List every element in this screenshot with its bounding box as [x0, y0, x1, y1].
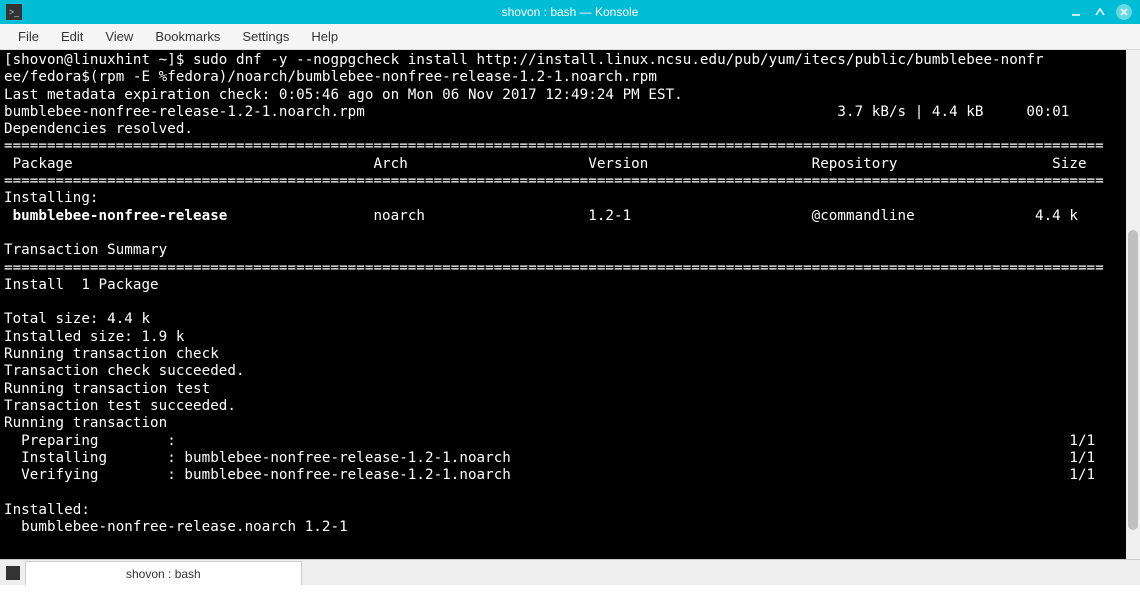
menu-edit[interactable]: Edit: [51, 26, 93, 47]
terminal-icon: [6, 566, 20, 580]
maximize-button[interactable]: [1092, 4, 1108, 20]
menubar: File Edit View Bookmarks Settings Help: [0, 24, 1140, 50]
menu-settings[interactable]: Settings: [232, 26, 299, 47]
total-size-line: Total size: 4.4 k: [4, 311, 150, 327]
menu-help[interactable]: Help: [301, 26, 348, 47]
installed-header: Installed:: [4, 502, 90, 518]
transaction-summary-header: Transaction Summary: [4, 242, 167, 258]
running-tx-check-line: Running transaction check: [4, 346, 219, 362]
table-header-row: Package Arch Version Repository Size: [4, 156, 1087, 172]
scrollbar[interactable]: [1126, 50, 1140, 559]
app-icon: >_: [6, 4, 22, 20]
verifying-line: Verifying : bumblebee-nonfree-release-1.…: [4, 467, 1104, 483]
menu-view[interactable]: View: [95, 26, 143, 47]
divider-line: ========================================…: [4, 173, 1104, 189]
tab-shovon-bash[interactable]: shovon : bash: [26, 561, 302, 585]
installing-header: Installing:: [4, 190, 99, 206]
prompt: [shovon@linuxhint ~]$: [4, 52, 193, 68]
menu-file[interactable]: File: [8, 26, 49, 47]
package-details: noarch 1.2-1 @commandline 4.4 k: [227, 208, 1078, 224]
deps-resolved-line: Dependencies resolved.: [4, 121, 193, 137]
install-count-line: Install 1 Package: [4, 277, 159, 293]
installing-line: Installing : bumblebee-nonfree-release-1…: [4, 450, 1104, 466]
scrollbar-thumb[interactable]: [1128, 230, 1138, 530]
tab-label: shovon : bash: [126, 567, 201, 581]
tabbar: shovon : bash: [0, 559, 1140, 585]
running-tx-line: Running transaction: [4, 415, 167, 431]
tx-check-ok-line: Transaction check succeeded.: [4, 363, 245, 379]
command-line-2: ee/fedora$(rpm -E %fedora)/noarch/bumble…: [4, 69, 657, 85]
new-tab-button[interactable]: [0, 561, 26, 585]
installed-package-line: bumblebee-nonfree-release.noarch 1.2-1: [4, 519, 348, 535]
rpm-download-line: bumblebee-nonfree-release-1.2-1.noarch.r…: [4, 104, 1104, 120]
terminal-output[interactable]: [shovon@linuxhint ~]$ sudo dnf -y --nogp…: [0, 50, 1126, 559]
preparing-line: Preparing : 1/1: [4, 433, 1104, 449]
metadata-check-line: Last metadata expiration check: 0:05:46 …: [4, 87, 683, 103]
window-title: shovon : bash — Konsole: [502, 5, 639, 19]
divider-line: ========================================…: [4, 260, 1104, 276]
window-controls: [1068, 4, 1140, 20]
tx-test-ok-line: Transaction test succeeded.: [4, 398, 236, 414]
divider-line: ========================================…: [4, 138, 1104, 154]
menu-bookmarks[interactable]: Bookmarks: [145, 26, 230, 47]
titlebar: >_ shovon : bash — Konsole: [0, 0, 1140, 24]
installed-size-line: Installed size: 1.9 k: [4, 329, 184, 345]
package-name: bumblebee-nonfree-release: [4, 208, 227, 224]
running-tx-test-line: Running transaction test: [4, 381, 210, 397]
command-line-1: sudo dnf -y --nogpgcheck install http://…: [193, 52, 1044, 68]
close-button[interactable]: [1116, 4, 1132, 20]
minimize-button[interactable]: [1068, 4, 1084, 20]
